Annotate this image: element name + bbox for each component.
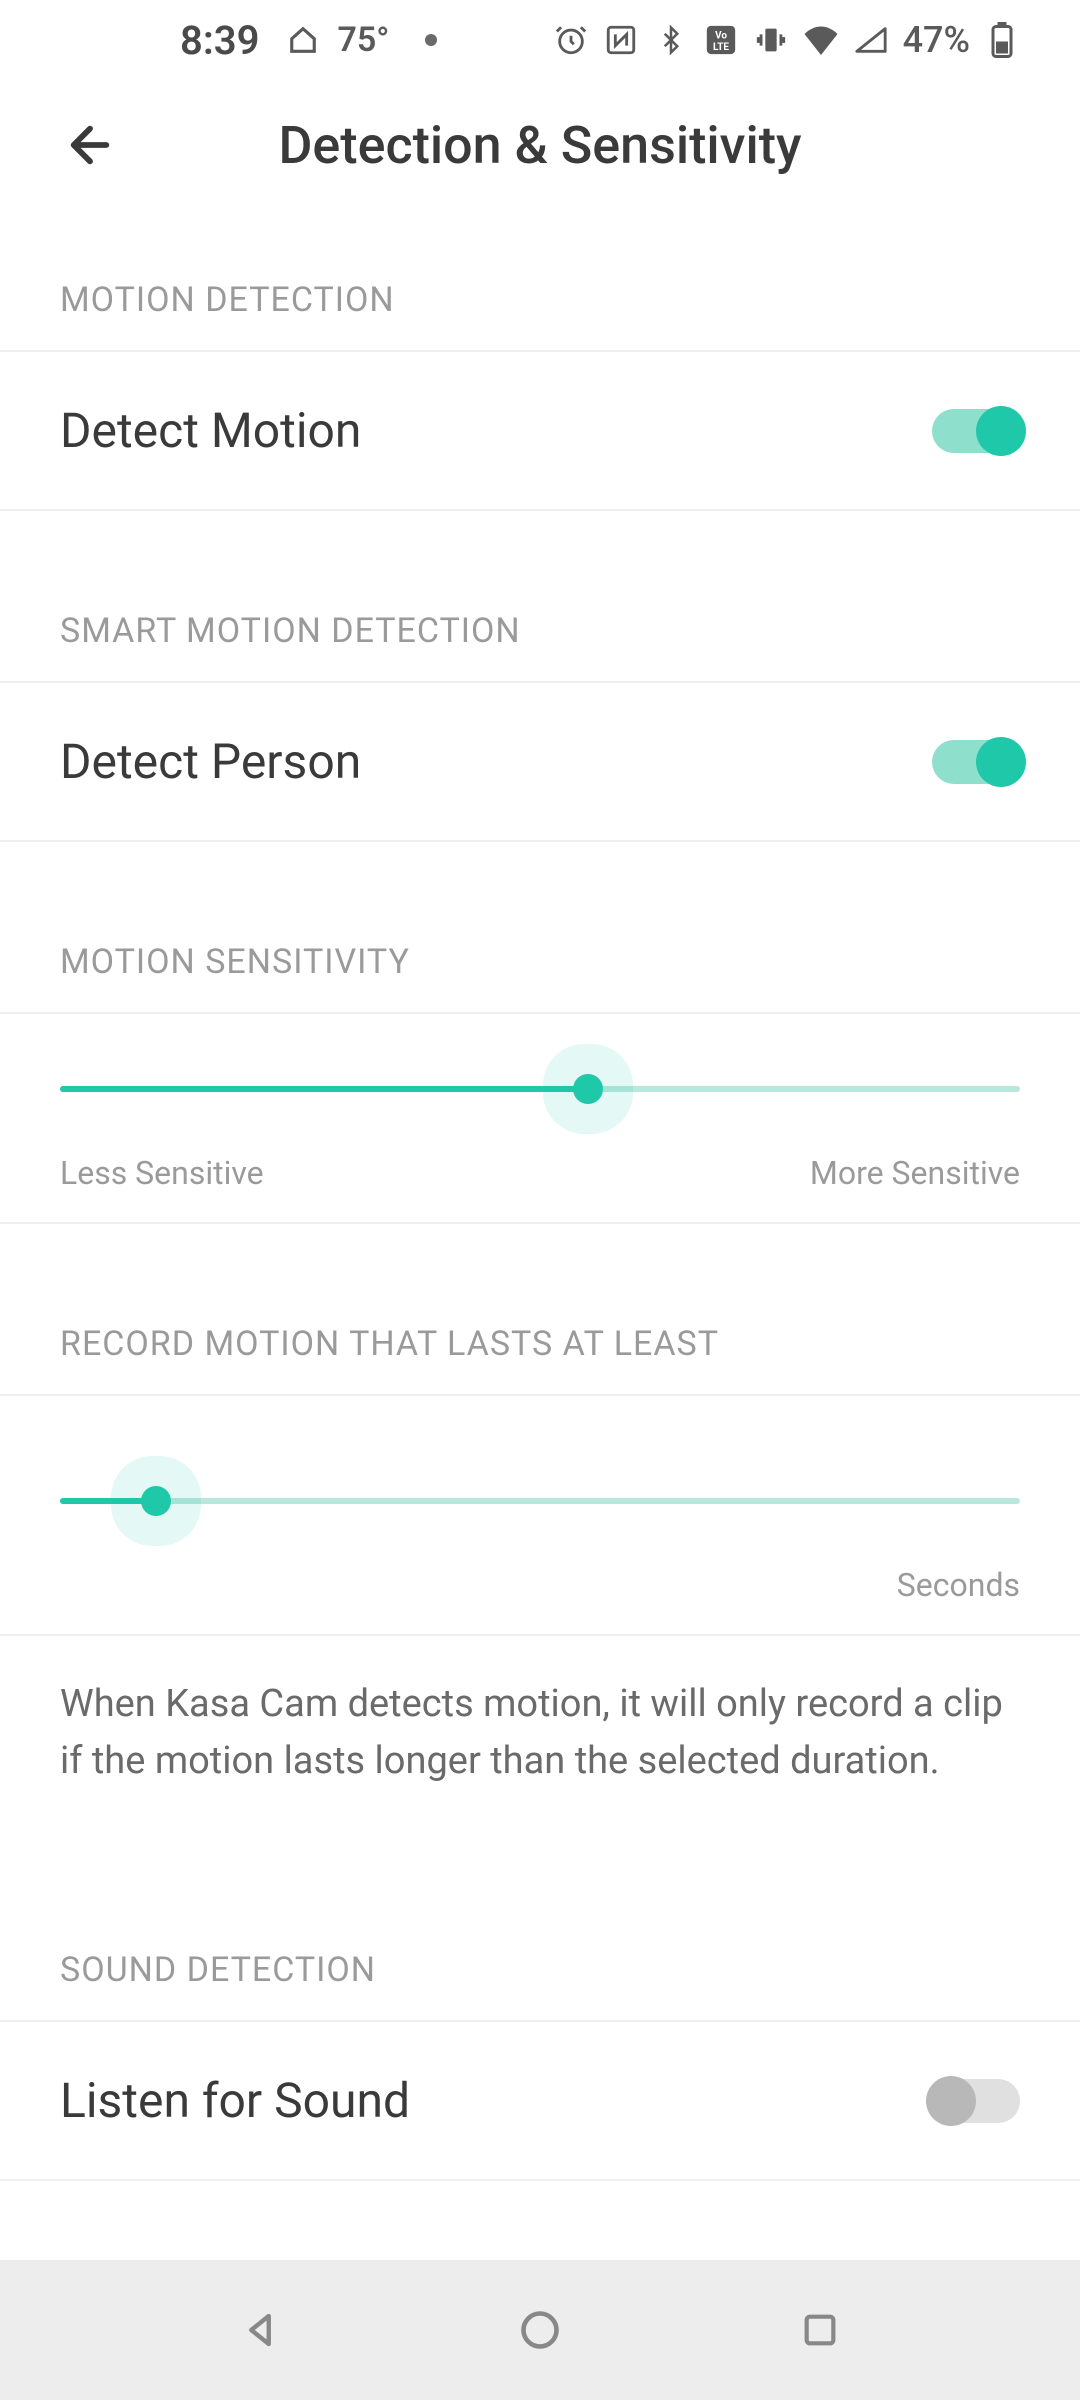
status-bar: 8:39 75° VoLTE 47% bbox=[0, 0, 1080, 80]
bluetooth-icon bbox=[653, 22, 689, 58]
more-sensitive-label: More Sensitive bbox=[810, 1154, 1020, 1192]
cellular-icon bbox=[853, 22, 889, 58]
status-time: 8:39 bbox=[180, 17, 259, 64]
nav-home-button[interactable] bbox=[510, 2300, 570, 2360]
record-duration-description: When Kasa Cam detects motion, it will on… bbox=[0, 1636, 1080, 1850]
detect-person-toggle[interactable] bbox=[932, 740, 1020, 784]
section-header-motion-sensitivity: MOTION SENSITIVITY bbox=[0, 842, 1080, 1014]
setting-detect-person[interactable]: Detect Person bbox=[0, 683, 1080, 842]
setting-listen-sound[interactable]: Listen for Sound bbox=[0, 2022, 1080, 2181]
listen-sound-toggle[interactable] bbox=[932, 2079, 1020, 2123]
alarm-icon bbox=[553, 22, 589, 58]
volte-icon: VoLTE bbox=[703, 22, 739, 58]
section-header-record-duration: RECORD MOTION THAT LASTS AT LEAST bbox=[0, 1224, 1080, 1396]
navigation-bar bbox=[0, 2260, 1080, 2400]
page-title: Detection & Sensitivity bbox=[278, 115, 801, 176]
app-header: Detection & Sensitivity bbox=[0, 80, 1080, 210]
detect-motion-label: Detect Motion bbox=[60, 402, 361, 459]
wifi-icon bbox=[803, 22, 839, 58]
vibrate-icon bbox=[753, 22, 789, 58]
content-area: MOTION DETECTION Detect Motion SMART MOT… bbox=[0, 210, 1080, 2181]
setting-detect-motion[interactable]: Detect Motion bbox=[0, 352, 1080, 511]
less-sensitive-label: Less Sensitive bbox=[60, 1154, 264, 1192]
section-header-smart-motion: SMART MOTION DETECTION bbox=[0, 511, 1080, 683]
listen-sound-label: Listen for Sound bbox=[60, 2072, 410, 2129]
record-duration-slider[interactable] bbox=[60, 1476, 1020, 1526]
nav-recent-button[interactable] bbox=[790, 2300, 850, 2360]
motion-sensitivity-slider-container: Less Sensitive More Sensitive bbox=[0, 1014, 1080, 1224]
nav-back-button[interactable] bbox=[230, 2300, 290, 2360]
svg-text:Vo: Vo bbox=[715, 31, 727, 42]
section-header-sound-detection: SOUND DETECTION bbox=[0, 1850, 1080, 2022]
svg-text:LTE: LTE bbox=[713, 42, 729, 53]
battery-icon bbox=[984, 22, 1020, 58]
seconds-label: Seconds bbox=[897, 1566, 1020, 1604]
battery-percentage: 47% bbox=[903, 19, 970, 61]
home-icon bbox=[285, 22, 321, 58]
section-header-motion-detection: MOTION DETECTION bbox=[0, 210, 1080, 352]
back-button[interactable] bbox=[60, 115, 120, 175]
detect-person-label: Detect Person bbox=[60, 733, 361, 790]
record-duration-slider-container: Seconds bbox=[0, 1396, 1080, 1636]
status-temp: 75° bbox=[337, 20, 389, 60]
status-dot-icon bbox=[425, 34, 437, 46]
motion-sensitivity-slider[interactable] bbox=[60, 1064, 1020, 1114]
nfc-icon bbox=[603, 22, 639, 58]
detect-motion-toggle[interactable] bbox=[932, 409, 1020, 453]
